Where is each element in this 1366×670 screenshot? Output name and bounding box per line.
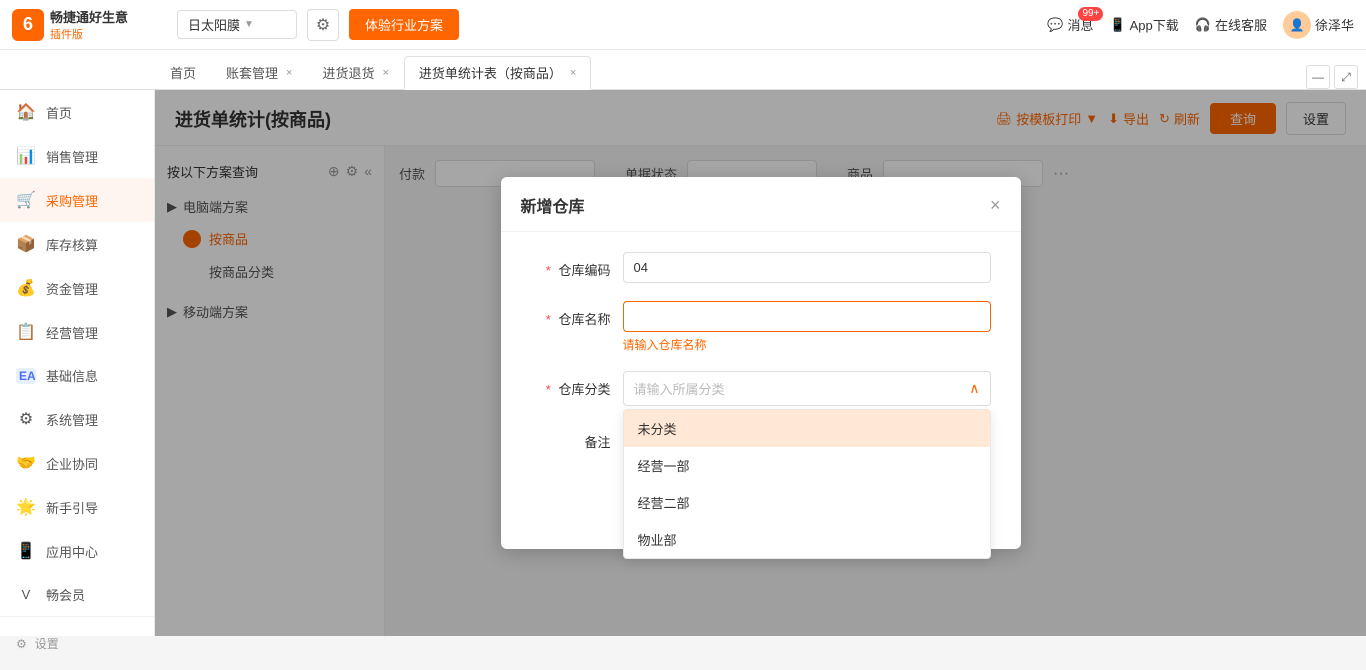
sidebar-item-vip[interactable]: V 畅会员 <box>0 573 154 616</box>
enterprise-icon: 🤝 <box>16 453 36 473</box>
store-selector[interactable]: 日太阳膜 ▼ <box>177 10 297 39</box>
purchase-icon: 🛒 <box>16 190 36 210</box>
header-right: 💬 消息 99+ 📱 App下载 🎧 在线客服 👤 徐泽华 <box>1047 11 1354 39</box>
tab-close-purchase-stats[interactable]: × <box>570 67 576 79</box>
tab-controls: — ⤢ <box>1306 65 1366 89</box>
sidebar-item-basic-info[interactable]: EA 基础信息 <box>0 354 154 397</box>
note-label: 备注 <box>531 424 611 451</box>
name-error-msg: 请输入仓库名称 <box>623 336 991 353</box>
code-label: * 仓库编码 <box>531 252 611 279</box>
sidebar-settings-btn[interactable]: ⚙ 设置 <box>0 627 154 660</box>
sidebar-item-finance[interactable]: 💰 资金管理 <box>0 266 154 310</box>
gear-icon: ⚙ <box>316 15 330 35</box>
trial-button[interactable]: 体验行业方案 <box>349 9 459 40</box>
content-area: 进货单统计(按商品) 🖨 按模板打印 ▼ ⬇ 导出 ↻ 刷新 查询 设置 <box>155 90 1366 636</box>
sidebar-item-appstore[interactable]: 📱 应用中心 <box>0 529 154 573</box>
operations-icon: 📋 <box>16 322 36 342</box>
tab-close-account[interactable]: × <box>286 67 292 79</box>
online-service-action[interactable]: 🎧 在线客服 <box>1195 15 1267 34</box>
category-label: * 仓库分类 <box>531 371 611 398</box>
sidebar-item-inventory[interactable]: 📦 库存核算 <box>0 222 154 266</box>
chevron-down-icon: ▼ <box>244 19 254 30</box>
modal-title: 新增仓库 <box>521 193 585 217</box>
inventory-icon: 📦 <box>16 234 36 254</box>
category-dropdown: 未分类 经营一部 经营二部 物业部 <box>623 409 991 559</box>
name-control-wrap: 请输入仓库名称 <box>623 301 991 353</box>
system-icon: ⚙ <box>16 409 36 429</box>
category-control-wrap: 请输入所属分类 ∧ 未分类 经营一部 经营二部 物业部 <box>623 371 991 406</box>
avatar: 👤 <box>1283 11 1311 39</box>
sidebar-item-sales[interactable]: 📊 销售管理 <box>0 134 154 178</box>
logo-area: 6 畅捷通好生意 插件版 <box>12 7 167 42</box>
dropdown-item-unclassified[interactable]: 未分类 <box>624 410 990 447</box>
code-control-wrap <box>623 252 991 283</box>
headset-icon: 🎧 <box>1195 17 1211 33</box>
appstore-icon: 📱 <box>16 541 36 561</box>
home-icon: 🏠 <box>16 102 36 122</box>
form-row-code: * 仓库编码 <box>531 252 991 283</box>
logo-icon: 6 <box>12 9 44 41</box>
tab-collapse-btn[interactable]: — <box>1306 65 1330 89</box>
guide-icon: 🌟 <box>16 497 36 517</box>
top-header: 6 畅捷通好生意 插件版 日太阳膜 ▼ ⚙ 体验行业方案 💬 消息 99+ 📱 … <box>0 0 1366 50</box>
warehouse-name-input[interactable] <box>623 301 991 332</box>
vip-icon: V <box>16 587 36 602</box>
tab-close-purchase-return[interactable]: × <box>382 67 388 79</box>
sidebar-item-enterprise[interactable]: 🤝 企业协同 <box>0 441 154 485</box>
tab-expand-btn[interactable]: ⤢ <box>1334 65 1358 89</box>
tab-home[interactable]: 首页 <box>155 55 211 89</box>
dropdown-item-property[interactable]: 物业部 <box>624 521 990 558</box>
user-action[interactable]: 👤 徐泽华 <box>1283 11 1354 39</box>
app-download-action[interactable]: 📱 App下载 <box>1109 15 1178 34</box>
message-action[interactable]: 💬 消息 99+ <box>1047 15 1093 34</box>
sidebar: 🏠 首页 📊 销售管理 🛒 采购管理 📦 库存核算 💰 资金管理 📋 经营管理 … <box>0 90 155 636</box>
sidebar-item-purchase[interactable]: 🛒 采购管理 <box>0 178 154 222</box>
sidebar-bottom: ⚙ 设置 <box>0 616 154 670</box>
modal-body: * 仓库编码 * 仓库名称 <box>501 232 1021 493</box>
sidebar-item-guide[interactable]: 🌟 新手引导 <box>0 485 154 529</box>
sidebar-item-home[interactable]: 🏠 首页 <box>0 90 154 134</box>
phone-icon: 📱 <box>1109 17 1125 33</box>
logo-text: 畅捷通好生意 插件版 <box>50 7 128 42</box>
category-select[interactable]: 请输入所属分类 ∧ <box>623 371 991 406</box>
add-warehouse-modal: 新增仓库 × * 仓库编码 <box>501 177 1021 549</box>
main-layout: 🏠 首页 📊 销售管理 🛒 采购管理 📦 库存核算 💰 资金管理 📋 经营管理 … <box>0 90 1366 636</box>
sidebar-item-system[interactable]: ⚙ 系统管理 <box>0 397 154 441</box>
modal-overlay: 新增仓库 × * 仓库编码 <box>155 90 1366 636</box>
form-row-name: * 仓库名称 请输入仓库名称 <box>531 301 991 353</box>
message-icon: 💬 <box>1047 17 1063 33</box>
basic-info-icon: EA <box>16 368 36 384</box>
settings-bottom-icon: ⚙ <box>16 637 27 651</box>
dropdown-item-dept1[interactable]: 经营一部 <box>624 447 990 484</box>
dropdown-item-dept2[interactable]: 经营二部 <box>624 484 990 521</box>
tab-purchase-stats[interactable]: 进货单统计表（按商品） × <box>404 56 591 90</box>
modal-close-button[interactable]: × <box>990 195 1001 216</box>
finance-icon: 💰 <box>16 278 36 298</box>
tab-purchase-return[interactable]: 进货退货 × <box>307 55 403 89</box>
form-row-category: * 仓库分类 请输入所属分类 ∧ 未分类 经营一部 <box>531 371 991 406</box>
sidebar-item-operations[interactable]: 📋 经营管理 <box>0 310 154 354</box>
settings-icon-btn[interactable]: ⚙ <box>307 9 339 41</box>
tab-bar: 首页 账套管理 × 进货退货 × 进货单统计表（按商品） × — ⤢ <box>0 50 1366 90</box>
tab-account[interactable]: 账套管理 × <box>211 55 307 89</box>
warehouse-code-input[interactable] <box>623 252 991 283</box>
name-label: * 仓库名称 <box>531 301 611 328</box>
up-arrow-icon: ∧ <box>969 380 979 397</box>
sales-icon: 📊 <box>16 146 36 166</box>
modal-header: 新增仓库 × <box>501 177 1021 232</box>
message-badge: 99+ <box>1078 7 1103 21</box>
